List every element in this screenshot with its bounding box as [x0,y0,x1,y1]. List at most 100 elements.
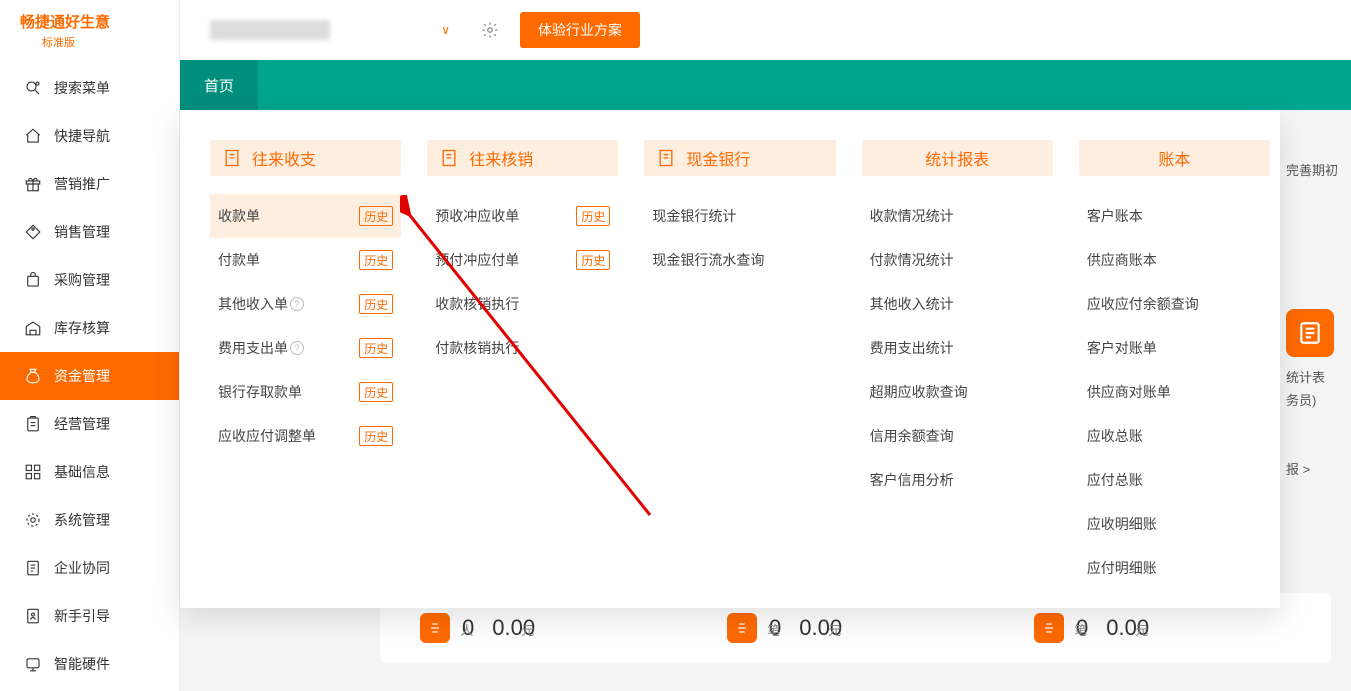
tag-icon [24,223,42,241]
mega-item[interactable]: 应收应付余额查询 [1079,282,1270,326]
mega-item[interactable]: 现金银行统计 [644,194,835,238]
bank-icon [656,148,676,168]
history-badge[interactable]: 历史 [359,250,393,270]
mega-item-label: 应付总账 [1087,470,1143,490]
mega-item-label: 付款情况统计 [870,250,954,270]
sidebar-item-marketing[interactable]: 营销推广 [0,160,179,208]
mega-item[interactable]: 客户信用分析 [862,458,1053,502]
mega-item-label: 应收总账 [1087,426,1143,446]
mega-item[interactable]: 应收应付调整单历史 [210,414,401,458]
mega-item-label: 银行存取款单 [218,382,302,402]
mega-item[interactable]: 费用支出统计 [862,326,1053,370]
history-badge[interactable]: 历史 [576,206,610,226]
mega-item-label: 应收应付余额查询 [1087,294,1199,314]
mega-item[interactable]: 应付明细账 [1079,546,1270,590]
mega-col-title: 往来核销 [469,146,533,170]
sidebar-item-quicknav[interactable]: 快捷导航 [0,112,179,160]
brand-edition: 标准版 [0,34,179,58]
mega-item[interactable]: 其他收入单?历史 [210,282,401,326]
sidebar-item-label: 营销推广 [54,174,110,194]
collab-icon [24,559,42,577]
mega-item[interactable]: 银行存取款单 历史 [210,370,401,414]
mega-item[interactable]: 客户账本 [1079,194,1270,238]
mega-item-label: 其他收入统计 [870,294,954,314]
mega-item[interactable]: 预付冲应付单 历史 [427,238,618,282]
history-badge[interactable]: 历史 [359,426,393,446]
mega-item[interactable]: 付款核销执行 [427,326,618,370]
mega-col-reports: 统计报表 收款情况统计付款情况统计其他收入统计费用支出统计超期应收款查询信用余额… [862,140,1053,598]
mega-col-transactions: 往来收支 收款单历史付款单历史其他收入单?历史费用支出单?历史银行存取款单历史应… [210,140,401,598]
gear-icon [481,21,499,39]
guide-icon [24,607,42,625]
sidebar-item-search[interactable]: 搜索菜单 [0,64,179,112]
help-icon[interactable]: ? [290,297,304,311]
gift-icon [24,175,42,193]
mega-col-cashbank: 现金银行 现金银行统计现金银行流水查询 [644,140,835,598]
stat-unit: 人 [460,623,473,638]
history-badge[interactable]: 历史 [359,338,393,358]
mega-item-label: 超期应收款查询 [870,382,968,402]
mega-item-label: 预收冲应收单 [435,206,519,226]
settings-button[interactable] [474,14,506,46]
stat-block: 0笔 0.00元 [727,613,984,643]
sidebar-item-hardware[interactable]: 智能硬件 [0,640,179,688]
mega-item-label: 应付明细账 [1087,558,1157,578]
mega-item[interactable]: 收款情况统计 [862,194,1053,238]
mega-item[interactable]: 费用支出单?历史 [210,326,401,370]
mega-item[interactable]: 付款情况统计 [862,238,1053,282]
strip-block-icon[interactable] [1286,309,1334,357]
mega-item-label: 供应商账本 [1087,250,1157,270]
sidebar-item-label: 资金管理 [54,366,110,386]
history-badge[interactable]: 历史 [576,250,610,270]
history-badge[interactable]: 历史 [359,294,393,314]
sidebar-item-funds[interactable]: 资金管理 [0,352,179,400]
stat-unit: 笔 [1074,623,1087,638]
mega-item[interactable]: 预收冲应收单 历史 [427,194,618,238]
help-icon[interactable]: ? [290,341,304,355]
home-icon [24,127,42,145]
mega-item[interactable]: 超期应收款查询 [862,370,1053,414]
mega-item[interactable]: 信用余额查询 [862,414,1053,458]
industry-plan-button[interactable]: 体验行业方案 [520,12,640,48]
mega-item-label: 收款情况统计 [870,206,954,226]
mega-item[interactable]: 供应商账本 [1079,238,1270,282]
mega-item[interactable]: 应付总账 [1079,458,1270,502]
mega-item[interactable]: 收款单历史 [210,194,401,238]
sidebar-nav: 搜索菜单 快捷导航 营销推广 销售管理 采购管理 库存核算 资金管理 经营管理 … [0,64,179,688]
brand-name: 畅捷通好生意 [20,11,110,32]
mega-item-label: 应收明细账 [1087,514,1157,534]
sidebar-item-inventory[interactable]: 库存核算 [0,304,179,352]
mega-item[interactable]: 其他收入统计 [862,282,1053,326]
sidebar-item-purchase[interactable]: 采购管理 [0,256,179,304]
device-icon [24,655,42,673]
tabbar: 首页 [180,60,1351,110]
strip-text: 统计表 [1286,367,1325,386]
mega-item[interactable]: 客户对账单 [1079,326,1270,370]
tab-home[interactable]: 首页 [180,60,258,110]
mega-item[interactable]: 现金银行流水查询 [644,238,835,282]
warehouse-icon [24,319,42,337]
mega-menu-funds: 往来收支 收款单历史付款单历史其他收入单?历史费用支出单?历史银行存取款单历史应… [180,110,1280,608]
history-badge[interactable]: 历史 [359,382,393,402]
right-strip: 完善期初 统计表 务员) 报 > [1280,160,1351,478]
sidebar-item-label: 智能硬件 [54,654,110,674]
stat-unit: 元 [828,623,841,638]
sidebar-item-collab[interactable]: 企业协同 [0,544,179,592]
strip-text: 报 > [1286,459,1310,478]
mega-item[interactable]: 应收总账 [1079,414,1270,458]
mega-item[interactable]: 应收明细账 [1079,502,1270,546]
mega-item-label: 收款核销执行 [435,294,519,314]
sidebar-item-baseinfo[interactable]: 基础信息 [0,448,179,496]
org-selector[interactable]: ∨ [200,12,460,48]
sidebar-item-guide[interactable]: 新手引导 [0,592,179,640]
chevron-down-icon: ∨ [441,23,450,37]
mega-item-label: 预付冲应付单 [435,250,519,270]
sidebar-item-sales[interactable]: 销售管理 [0,208,179,256]
history-badge[interactable]: 历史 [359,206,393,226]
sidebar-item-system[interactable]: 系统管理 [0,496,179,544]
mega-item[interactable]: 收款核销执行 [427,282,618,326]
mega-item[interactable]: 付款单历史 [210,238,401,282]
sidebar-item-label: 搜索菜单 [54,78,110,98]
sidebar-item-business[interactable]: 经营管理 [0,400,179,448]
mega-item[interactable]: 供应商对账单 [1079,370,1270,414]
